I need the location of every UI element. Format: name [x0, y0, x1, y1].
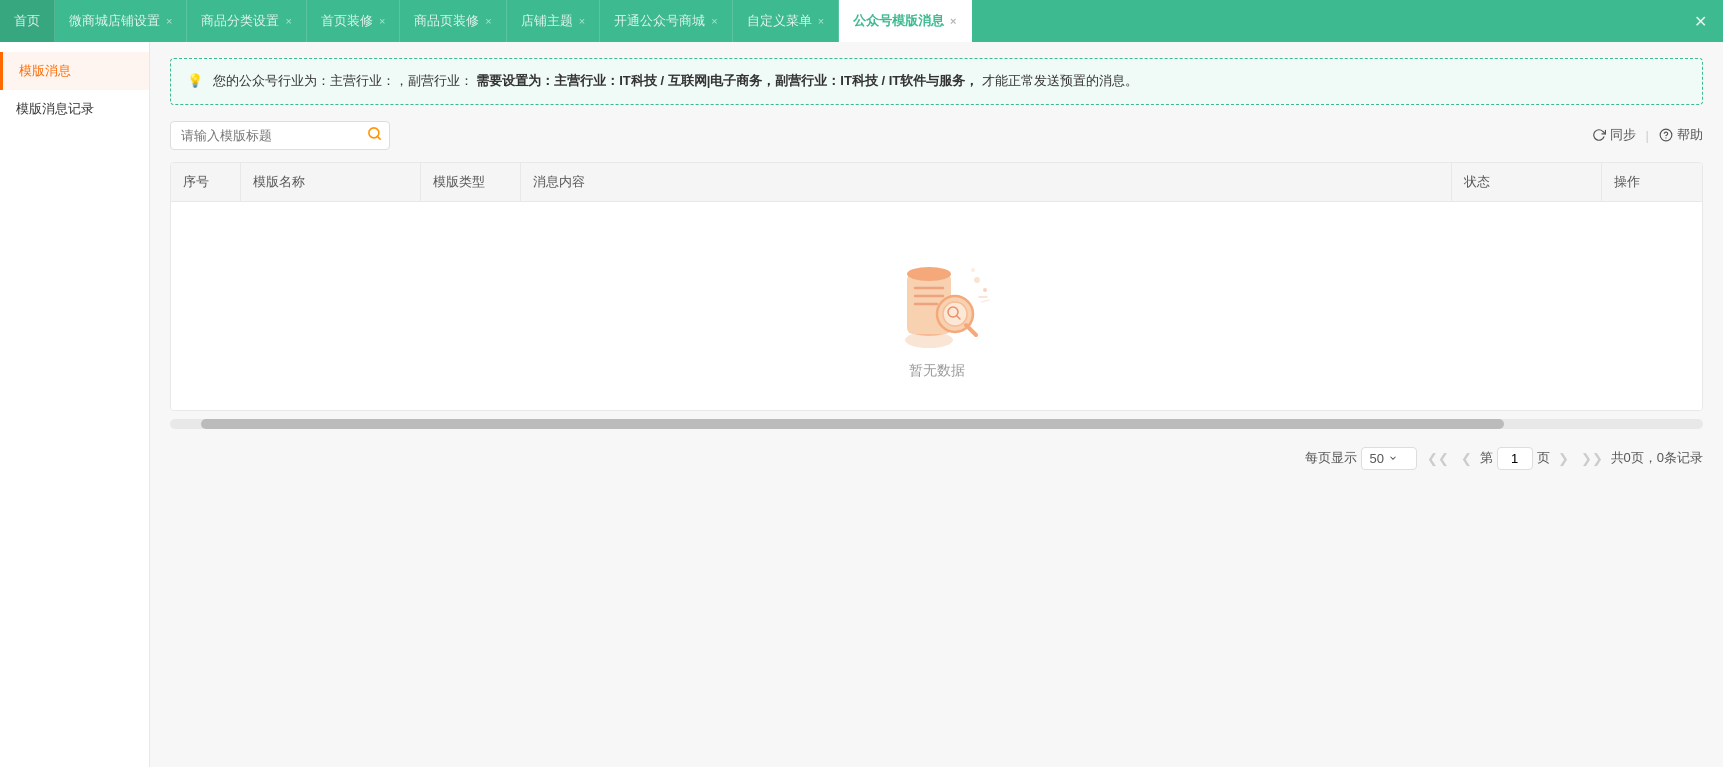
- first-page-button[interactable]: ❮❮: [1423, 449, 1453, 468]
- nav-tab-product-page-decoration[interactable]: 商品页装修×: [400, 0, 506, 42]
- empty-illustration: [877, 242, 997, 362]
- nav-tab-close-homepage-decoration[interactable]: ×: [379, 15, 385, 27]
- main-layout: 模版消息模版消息记录 💡 您的公众号行业为：主营行业：，副营行业： 需要设置为：…: [0, 42, 1723, 767]
- scrollbar-thumb: [201, 419, 1504, 429]
- sidebar-item-template-message-records[interactable]: 模版消息记录: [0, 90, 149, 128]
- search-input-wrap: [170, 121, 390, 150]
- sidebar: 模版消息模版消息记录: [0, 42, 150, 767]
- top-nav: 首页微商城店铺设置×商品分类设置×首页装修×商品页装修×店铺主题×开通公众号商城…: [0, 0, 1723, 42]
- nav-tab-open-public-shop[interactable]: 开通公众号商城×: [600, 0, 732, 42]
- nav-tab-micro-shop-settings[interactable]: 微商城店铺设置×: [55, 0, 187, 42]
- th-name: 模版名称: [241, 163, 421, 201]
- notice-suffix: 才能正常发送预置的消息。: [982, 73, 1138, 88]
- page-number-input[interactable]: [1497, 447, 1533, 470]
- svg-line-20: [982, 300, 989, 302]
- table-wrap: 序号 模版名称 模版类型 消息内容 状态 操作: [170, 162, 1703, 411]
- th-seq: 序号: [171, 163, 241, 201]
- last-page-button[interactable]: ❯❯: [1577, 449, 1607, 468]
- page-size-label: 每页显示: [1305, 449, 1357, 467]
- svg-point-16: [974, 277, 980, 283]
- nav-tab-close-custom-menu[interactable]: ×: [818, 15, 824, 27]
- svg-point-12: [943, 302, 967, 326]
- svg-point-17: [983, 288, 987, 292]
- nav-tab-custom-menu[interactable]: 自定义菜单×: [733, 0, 839, 42]
- notice-icon: 💡: [187, 73, 203, 88]
- page-nav: ❮❮ ❮ 第 页 ❯ ❯❯ 共0页，0条记录: [1423, 447, 1703, 470]
- search-input[interactable]: [170, 121, 390, 150]
- search-button[interactable]: [367, 126, 382, 144]
- th-content: 消息内容: [521, 163, 1452, 201]
- page-label: 第: [1480, 449, 1493, 467]
- content-area: 💡 您的公众号行业为：主营行业：，副营行业： 需要设置为：主营行业：IT科技 /…: [150, 42, 1723, 767]
- nav-tab-close-store-theme[interactable]: ×: [579, 15, 585, 27]
- page-size-dropdown[interactable]: 50: [1361, 447, 1417, 470]
- nav-tab-close-product-page-decoration[interactable]: ×: [485, 15, 491, 27]
- search-bar: 同步 | 帮助: [170, 121, 1703, 150]
- help-button[interactable]: 帮助: [1659, 126, 1703, 144]
- sidebar-item-template-message[interactable]: 模版消息: [0, 52, 149, 90]
- svg-point-7: [907, 267, 951, 281]
- empty-state: 暂无数据: [171, 202, 1702, 410]
- pagination: 每页显示 50 ❮❮ ❮ 第 页 ❯ ❯❯ 共0页，0条记录: [170, 437, 1703, 480]
- horizontal-scrollbar[interactable]: [170, 419, 1703, 429]
- nav-tab-home[interactable]: 首页: [0, 0, 55, 42]
- search-right: 同步 | 帮助: [1592, 126, 1703, 144]
- notice-prefix: 您的公众号行业为：主营行业：，副营行业：: [213, 73, 473, 88]
- page-unit: 页: [1537, 449, 1550, 467]
- empty-text: 暂无数据: [909, 362, 965, 380]
- prev-page-button[interactable]: ❮: [1457, 449, 1476, 468]
- svg-point-18: [971, 268, 975, 272]
- close-all-button[interactable]: ✕: [1678, 0, 1723, 42]
- next-page-button[interactable]: ❯: [1554, 449, 1573, 468]
- th-action: 操作: [1602, 163, 1702, 201]
- nav-tab-close-micro-shop-settings[interactable]: ×: [166, 15, 172, 27]
- nav-tab-product-category-settings[interactable]: 商品分类设置×: [187, 0, 306, 42]
- nav-tab-close-template-message[interactable]: ×: [950, 15, 956, 27]
- notice-highlight: 需要设置为：主营行业：IT科技 / 互联网|电子商务，副营行业：IT科技 / I…: [476, 73, 978, 88]
- table-header: 序号 模版名称 模版类型 消息内容 状态 操作: [171, 163, 1702, 202]
- search-left: [170, 121, 390, 150]
- sync-button[interactable]: 同步: [1592, 126, 1636, 144]
- help-label: 帮助: [1677, 126, 1703, 144]
- page-size-select: 每页显示 50: [1305, 447, 1417, 470]
- notice-box: 💡 您的公众号行业为：主营行业：，副营行业： 需要设置为：主营行业：IT科技 /…: [170, 58, 1703, 105]
- nav-tab-store-theme[interactable]: 店铺主题×: [507, 0, 600, 42]
- svg-line-1: [377, 137, 380, 140]
- th-status: 状态: [1452, 163, 1602, 201]
- page-total: 共0页，0条记录: [1611, 449, 1703, 467]
- nav-tab-homepage-decoration[interactable]: 首页装修×: [307, 0, 400, 42]
- svg-line-13: [966, 325, 976, 335]
- nav-tab-close-product-category-settings[interactable]: ×: [285, 15, 291, 27]
- sync-label: 同步: [1610, 126, 1636, 144]
- divider: |: [1646, 128, 1649, 143]
- nav-tab-close-open-public-shop[interactable]: ×: [711, 15, 717, 27]
- page-size-value: 50: [1370, 451, 1384, 466]
- nav-tab-template-message[interactable]: 公众号模版消息×: [839, 0, 971, 42]
- th-type: 模版类型: [421, 163, 521, 201]
